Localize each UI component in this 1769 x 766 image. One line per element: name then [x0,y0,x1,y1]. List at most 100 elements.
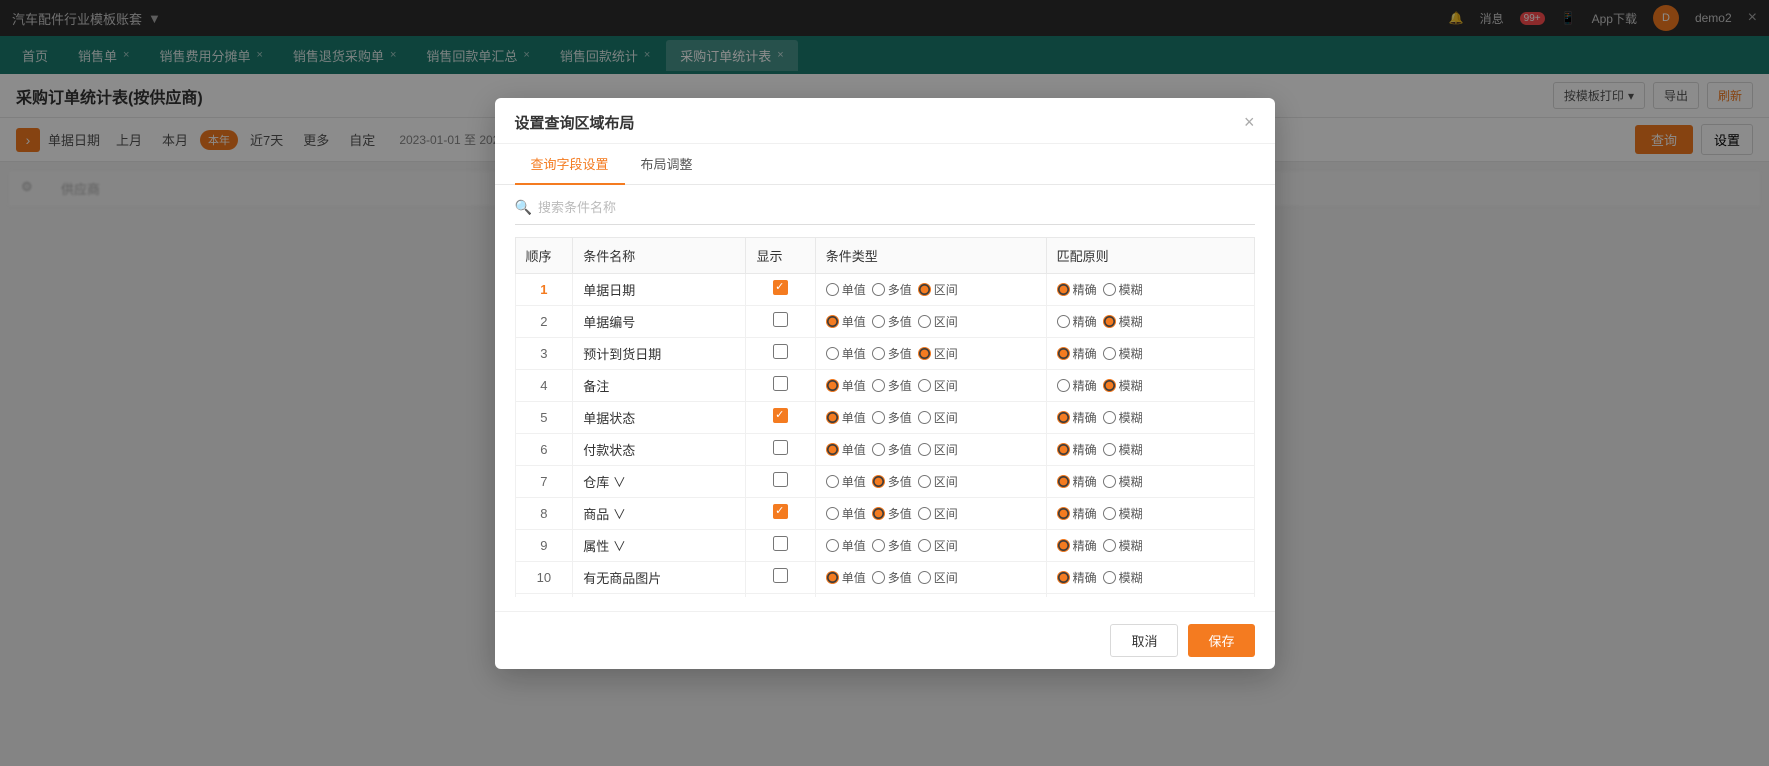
radio-type-区间-6[interactable]: 区间 [918,441,958,458]
radio-type-区间-7[interactable]: 区间 [918,473,958,490]
radio-type-单值-5[interactable]: 单值 [826,409,866,426]
row-show-11[interactable] [746,593,815,597]
row-type-2[interactable]: 单值多值区间 [815,305,1046,337]
checkbox-3[interactable] [773,344,788,359]
radio-type-区间-1[interactable]: 区间 [918,281,958,298]
radio-type-多值-4[interactable]: 多值 [872,377,912,394]
checkbox-10[interactable] [773,568,788,583]
row-type-6[interactable]: 单值多值区间 [815,433,1046,465]
checkbox-checked-1[interactable] [773,280,788,295]
radio-match-精确-4[interactable]: 精确 [1057,377,1097,394]
dialog-close-button[interactable]: × [1244,113,1255,131]
radio-match-模糊-9[interactable]: 模糊 [1103,537,1143,554]
radio-match-模糊-6[interactable]: 模糊 [1103,441,1143,458]
radio-type-单值-1[interactable]: 单值 [826,281,866,298]
row-match-2[interactable]: 精确模糊 [1046,305,1254,337]
radio-match-精确-5[interactable]: 精确 [1057,409,1097,426]
checkbox-7[interactable] [773,472,788,487]
checkbox-4[interactable] [773,376,788,391]
save-button[interactable]: 保存 [1188,624,1254,657]
radio-type-多值-5[interactable]: 多值 [872,409,912,426]
radio-type-多值-1[interactable]: 多值 [872,281,912,298]
radio-match-精确-2[interactable]: 精确 [1057,313,1097,330]
radio-match-模糊-10[interactable]: 模糊 [1103,569,1143,586]
row-show-4[interactable] [746,369,815,401]
radio-type-单值-9[interactable]: 单值 [826,537,866,554]
radio-type-区间-9[interactable]: 区间 [918,537,958,554]
row-type-3[interactable]: 单值多值区间 [815,337,1046,369]
row-show-9[interactable] [746,529,815,561]
radio-type-区间-10[interactable]: 区间 [918,569,958,586]
row-show-10[interactable] [746,561,815,593]
radio-type-多值-2[interactable]: 多值 [872,313,912,330]
radio-match-精确-6[interactable]: 精确 [1057,441,1097,458]
dialog-tab-fields[interactable]: 查询字段设置 [515,144,625,185]
radio-type-多值-8[interactable]: 多值 [872,505,912,522]
checkbox-checked-5[interactable] [773,408,788,423]
row-type-5[interactable]: 单值多值区间 [815,401,1046,433]
row-match-9[interactable]: 精确模糊 [1046,529,1254,561]
row-type-1[interactable]: 单值多值区间 [815,273,1046,305]
row-match-6[interactable]: 精确模糊 [1046,433,1254,465]
checkbox-2[interactable] [773,312,788,327]
radio-type-区间-4[interactable]: 区间 [918,377,958,394]
row-show-1[interactable] [746,273,815,305]
row-match-7[interactable]: 精确模糊 [1046,465,1254,497]
radio-type-单值-2[interactable]: 单值 [826,313,866,330]
radio-match-模糊-4[interactable]: 模糊 [1103,377,1143,394]
row-type-7[interactable]: 单值多值区间 [815,465,1046,497]
row-match-3[interactable]: 精确模糊 [1046,337,1254,369]
row-show-2[interactable] [746,305,815,337]
cancel-button[interactable]: 取消 [1110,624,1178,657]
checkbox-checked-8[interactable] [773,504,788,519]
radio-type-区间-8[interactable]: 区间 [918,505,958,522]
row-match-5[interactable]: 精确模糊 [1046,401,1254,433]
radio-type-单值-4[interactable]: 单值 [826,377,866,394]
radio-match-模糊-5[interactable]: 模糊 [1103,409,1143,426]
row-match-8[interactable]: 精确模糊 [1046,497,1254,529]
checkbox-6[interactable] [773,440,788,455]
radio-type-区间-5[interactable]: 区间 [918,409,958,426]
row-type-4[interactable]: 单值多值区间 [815,369,1046,401]
row-match-4[interactable]: 精确模糊 [1046,369,1254,401]
radio-type-多值-3[interactable]: 多值 [872,345,912,362]
row-match-11[interactable]: 精确模糊 [1046,593,1254,597]
radio-match-精确-7[interactable]: 精确 [1057,473,1097,490]
radio-match-模糊-8[interactable]: 模糊 [1103,505,1143,522]
row-type-10[interactable]: 单值多值区间 [815,561,1046,593]
radio-match-精确-3[interactable]: 精确 [1057,345,1097,362]
table-scroll[interactable]: 顺序 条件名称 显示 条件类型 匹配原则 1单据日期单值多值区间精确模糊2单据编… [515,237,1255,597]
row-type-8[interactable]: 单值多值区间 [815,497,1046,529]
row-show-3[interactable] [746,337,815,369]
radio-type-区间-2[interactable]: 区间 [918,313,958,330]
row-show-6[interactable] [746,433,815,465]
radio-match-模糊-3[interactable]: 模糊 [1103,345,1143,362]
row-match-1[interactable]: 精确模糊 [1046,273,1254,305]
row-show-5[interactable] [746,401,815,433]
radio-match-精确-10[interactable]: 精确 [1057,569,1097,586]
row-type-11[interactable]: 单值多值区间 [815,593,1046,597]
radio-match-精确-8[interactable]: 精确 [1057,505,1097,522]
radio-type-单值-7[interactable]: 单值 [826,473,866,490]
search-input[interactable] [538,200,738,215]
radio-type-多值-10[interactable]: 多值 [872,569,912,586]
dialog-tab-layout[interactable]: 布局调整 [625,144,709,185]
radio-match-模糊-7[interactable]: 模糊 [1103,473,1143,490]
radio-match-模糊-1[interactable]: 模糊 [1103,281,1143,298]
radio-type-区间-3[interactable]: 区间 [918,345,958,362]
row-show-7[interactable] [746,465,815,497]
radio-type-单值-6[interactable]: 单值 [826,441,866,458]
row-type-9[interactable]: 单值多值区间 [815,529,1046,561]
radio-type-多值-9[interactable]: 多值 [872,537,912,554]
checkbox-9[interactable] [773,536,788,551]
radio-match-精确-1[interactable]: 精确 [1057,281,1097,298]
radio-type-多值-6[interactable]: 多值 [872,441,912,458]
row-match-10[interactable]: 精确模糊 [1046,561,1254,593]
radio-match-精确-9[interactable]: 精确 [1057,537,1097,554]
radio-type-多值-7[interactable]: 多值 [872,473,912,490]
radio-match-模糊-2[interactable]: 模糊 [1103,313,1143,330]
radio-type-单值-10[interactable]: 单值 [826,569,866,586]
radio-type-单值-3[interactable]: 单值 [826,345,866,362]
radio-type-单值-8[interactable]: 单值 [826,505,866,522]
row-show-8[interactable] [746,497,815,529]
